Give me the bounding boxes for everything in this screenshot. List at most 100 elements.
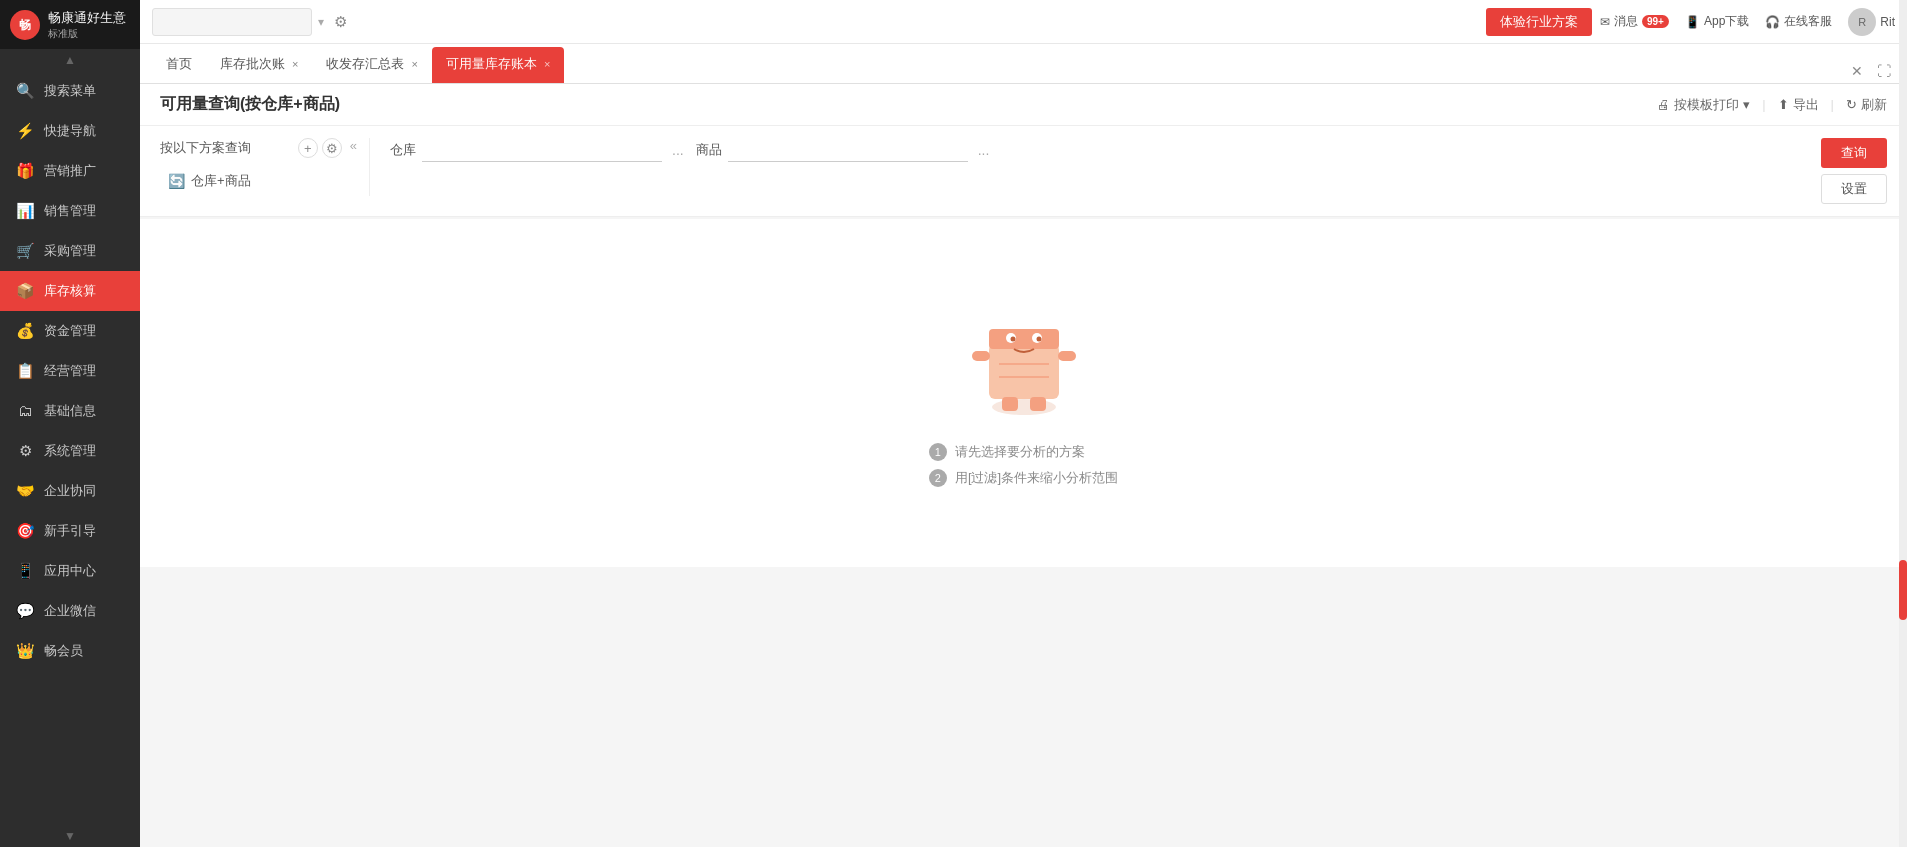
refresh-label: 刷新 (1861, 96, 1887, 114)
sidebar-item-app-center[interactable]: 📱 应用中心 (0, 551, 140, 591)
tab-receive-summary-label: 收发存汇总表 (326, 55, 404, 73)
sidebar-item-operations[interactable]: 📋 经营管理 (0, 351, 140, 391)
empty-illustration (964, 299, 1084, 419)
scheme-collapse-button[interactable]: « (350, 138, 357, 158)
sidebar-scroll-up[interactable]: ▲ (0, 49, 140, 71)
sidebar-item-label: 企业微信 (44, 602, 96, 620)
sidebar-item-system[interactable]: ⚙ 系统管理 (0, 431, 140, 471)
warehouse-more-icon[interactable]: ... (672, 142, 684, 158)
gear-icon[interactable]: ⚙ (334, 13, 347, 31)
export-button[interactable]: ⬆ 导出 (1778, 96, 1819, 114)
chevron-down-icon[interactable]: ▾ (318, 15, 324, 29)
message-icon: ✉ (1600, 15, 1610, 29)
tab-batch-account-close[interactable]: × (292, 58, 298, 70)
tabbar-expand-icon[interactable]: ⛶ (1873, 59, 1895, 83)
sidebar-item-label: 新手引导 (44, 522, 96, 540)
sidebar-item-sales[interactable]: 📊 销售管理 (0, 191, 140, 231)
sidebar-item-label: 资金管理 (44, 322, 96, 340)
filter-scheme-actions: + ⚙ « (298, 138, 357, 158)
svg-rect-8 (1058, 351, 1076, 361)
app-download-button[interactable]: 📱 App下载 (1685, 13, 1749, 30)
search-input[interactable] (152, 8, 312, 36)
warehouse-input[interactable] (422, 138, 662, 162)
print-label: 按模板打印 (1674, 96, 1739, 114)
sidebar-item-finance[interactable]: 💰 资金管理 (0, 311, 140, 351)
operations-icon: 📋 (16, 362, 34, 380)
right-scrollbar[interactable] (1899, 0, 1907, 847)
sidebar-item-newbie[interactable]: 🎯 新手引导 (0, 511, 140, 551)
scheme-settings-button[interactable]: ⚙ (322, 138, 342, 158)
goods-more-icon[interactable]: ... (978, 142, 990, 158)
online-service-label: 在线客服 (1784, 13, 1832, 30)
topbar-search-area: ▾ ⚙ (152, 8, 1478, 36)
filter-field-warehouse: 仓库 ... (390, 138, 684, 162)
tab-home[interactable]: 首页 (152, 47, 206, 83)
divider: | (1762, 97, 1765, 112)
trial-button[interactable]: 体验行业方案 (1486, 8, 1592, 36)
marketing-icon: 🎁 (16, 162, 34, 180)
system-icon: ⚙ (16, 442, 34, 460)
filter-scheme-panel: 按以下方案查询 + ⚙ « 🔄 仓库+商品 (160, 138, 370, 196)
tab-available-ledger-label: 可用量库存账本 (446, 55, 537, 73)
svg-rect-2 (989, 329, 1059, 349)
filter-actions: 查询 设置 (1805, 138, 1887, 204)
settings-button[interactable]: 设置 (1821, 174, 1887, 204)
tab-receive-summary[interactable]: 收发存汇总表 × (312, 47, 431, 83)
tab-available-ledger-close[interactable]: × (544, 58, 550, 70)
sidebar-item-marketing[interactable]: 🎁 营销推广 (0, 151, 140, 191)
sidebar-item-member[interactable]: 👑 畅会员 (0, 631, 140, 671)
filter-bar: 按以下方案查询 + ⚙ « 🔄 仓库+商品 仓库 ... (140, 126, 1907, 217)
print-icon: 🖨 (1657, 97, 1670, 112)
sidebar-nav: 🔍 搜索菜单 ⚡ 快捷导航 🎁 营销推广 📊 销售管理 🛒 采购管理 📦 库存核… (0, 71, 140, 825)
goods-label: 商品 (696, 141, 722, 159)
tab-batch-account-label: 库存批次账 (220, 55, 285, 73)
user-profile-button[interactable]: R Rit (1848, 8, 1895, 36)
online-service-button[interactable]: 🎧 在线客服 (1765, 13, 1832, 30)
tab-receive-summary-close[interactable]: × (411, 58, 417, 70)
scheme-item-warehouse-goods[interactable]: 🔄 仓库+商品 (160, 166, 357, 196)
print-button[interactable]: 🖨 按模板打印 ▾ (1657, 96, 1750, 114)
svg-point-0 (992, 399, 1056, 415)
sidebar-item-purchase[interactable]: 🛒 采购管理 (0, 231, 140, 271)
tab-batch-account[interactable]: 库存批次账 × (206, 47, 312, 83)
refresh-button[interactable]: ↻ 刷新 (1846, 96, 1887, 114)
tip-text-2: 用[过滤]条件来缩小分析范围 (955, 469, 1118, 487)
goods-input[interactable] (728, 138, 968, 162)
sidebar-item-inventory[interactable]: 📦 库存核算 (0, 271, 140, 311)
username-label: Rit (1880, 15, 1895, 29)
tip-num-1: 1 (929, 443, 947, 461)
finance-icon: 💰 (16, 322, 34, 340)
filter-scheme-header: 按以下方案查询 + ⚙ « (160, 138, 357, 158)
filter-scheme-title: 按以下方案查询 (160, 139, 251, 157)
sidebar-item-basic-info[interactable]: 🗂 基础信息 (0, 391, 140, 431)
scheme-add-button[interactable]: + (298, 138, 318, 158)
tabbar-close-icon[interactable]: ✕ (1847, 59, 1867, 83)
sidebar-brand: 畅康通好生意 标准版 (48, 10, 126, 41)
member-icon: 👑 (16, 642, 34, 660)
sidebar-header[interactable]: 畅 畅康通好生意 标准版 (0, 0, 140, 49)
topbar: ▾ ⚙ 体验行业方案 ✉ 消息 99+ 📱 App下载 🎧 在线客服 R Rit (140, 0, 1907, 44)
page-title: 可用量查询(按仓库+商品) (160, 94, 340, 115)
query-button[interactable]: 查询 (1821, 138, 1887, 168)
sidebar-item-enterprise[interactable]: 🤝 企业协同 (0, 471, 140, 511)
sidebar-scroll-down[interactable]: ▼ (0, 825, 140, 847)
purchase-icon: 🛒 (16, 242, 34, 260)
filter-field-goods: 商品 ... (696, 138, 990, 162)
tab-available-ledger[interactable]: 可用量库存账本 × (432, 47, 564, 83)
sidebar-item-shortcut[interactable]: ⚡ 快捷导航 (0, 111, 140, 151)
sidebar-item-label: 经营管理 (44, 362, 96, 380)
sidebar-item-label: 销售管理 (44, 202, 96, 220)
shortcut-icon: ⚡ (16, 122, 34, 140)
svg-rect-9 (1002, 397, 1018, 411)
export-label: 导出 (1793, 96, 1819, 114)
sidebar-subtitle: 标准版 (48, 27, 126, 41)
sidebar-item-label: 基础信息 (44, 402, 96, 420)
sidebar-item-wechat[interactable]: 💬 企业微信 (0, 591, 140, 631)
message-badge: 99+ (1642, 15, 1669, 28)
message-button[interactable]: ✉ 消息 99+ (1600, 13, 1669, 30)
sidebar-item-search[interactable]: 🔍 搜索菜单 (0, 71, 140, 111)
print-chevron-icon[interactable]: ▾ (1743, 97, 1750, 112)
sidebar-item-label: 采购管理 (44, 242, 96, 260)
empty-tip-1: 1 请先选择要分析的方案 (929, 443, 1118, 461)
basic-info-icon: 🗂 (16, 402, 34, 419)
